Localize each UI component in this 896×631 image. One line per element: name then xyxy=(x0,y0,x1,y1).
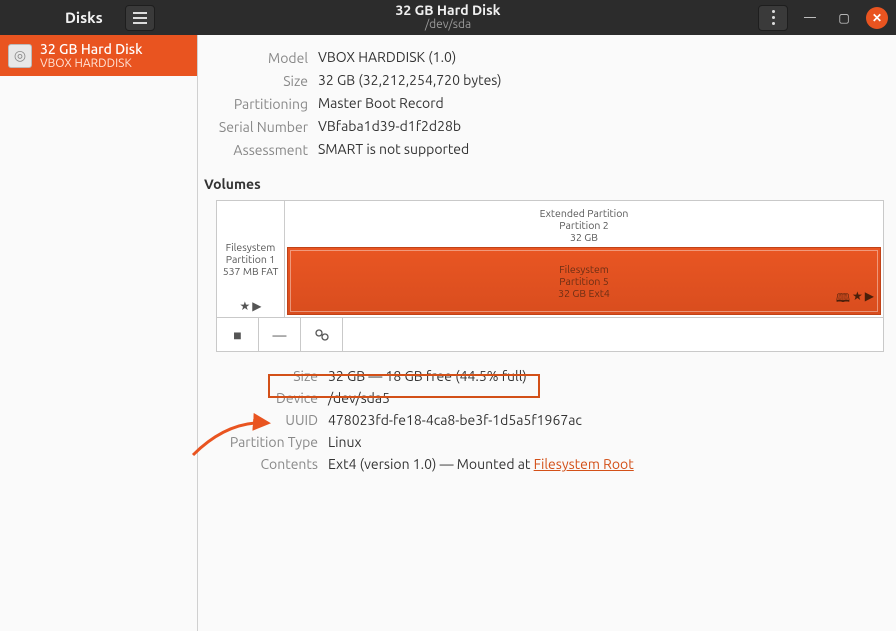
volume-map: Filesystem Partition 1 537 MB FAT ★▶ Ext… xyxy=(216,200,884,352)
contents-text: Ext4 (version 1.0) — Mounted at xyxy=(328,456,534,472)
minimize-button[interactable]: — xyxy=(798,6,822,30)
unmount-button[interactable]: ■ xyxy=(217,318,259,351)
close-button[interactable]: ✕ xyxy=(866,7,888,29)
content-area: Model VBOX HARDDISK (1.0) Size 32 GB (32… xyxy=(198,35,896,631)
partition-options-button[interactable] xyxy=(301,318,343,351)
harddisk-icon: ◎ xyxy=(8,44,32,68)
sidebar: ◎ 32 GB Hard Disk VBOX HARDDISK xyxy=(0,35,198,631)
value-size: 32 GB (32,212,254,720 bytes) xyxy=(318,72,884,89)
label-assessment: Assessment xyxy=(198,141,308,158)
p1-line3: 537 MB FAT xyxy=(223,265,279,277)
ext-header: Extended Partition Partition 2 32 GB xyxy=(285,201,883,247)
sidebar-disk-item[interactable]: ◎ 32 GB Hard Disk VBOX HARDDISK xyxy=(0,35,197,76)
p5-markers: 🕮★▶ xyxy=(836,289,874,310)
app-title: Disks xyxy=(0,9,121,26)
star-icon: ★ xyxy=(240,299,251,313)
label-serial: Serial Number xyxy=(198,118,308,135)
value-serial: VBfaba1d39-d1f2d28b xyxy=(318,118,884,135)
volumes-heading: Volumes xyxy=(204,176,884,192)
p1-line2: Partition 1 xyxy=(226,253,275,265)
play-icon: ▶ xyxy=(252,299,261,313)
ext-line2: Partition 2 xyxy=(285,219,883,231)
value-part-size: 32 GB — 18 GB free (44.5% full) xyxy=(328,368,884,384)
label-part-uuid: UUID xyxy=(198,412,318,428)
volume-extended-partition[interactable]: Extended Partition Partition 2 32 GB Fil… xyxy=(285,201,883,317)
label-model: Model xyxy=(198,49,308,66)
hamburger-icon xyxy=(133,17,147,19)
gears-icon xyxy=(314,327,330,343)
value-model: VBOX HARDDISK (1.0) xyxy=(318,49,884,66)
label-part-size: Size xyxy=(198,368,318,384)
delete-partition-button[interactable]: — xyxy=(259,318,301,351)
volume-partition-5-selected[interactable]: Filesystem Partition 5 32 GB Ext4 🕮★▶ xyxy=(287,247,881,315)
volume-toolbar: ■ — xyxy=(217,317,883,351)
label-partitioning: Partitioning xyxy=(198,95,308,112)
header-bar: Disks 32 GB Hard Disk /dev/sda — ▢ ✕ xyxy=(0,0,896,35)
label-part-contents: Contents xyxy=(198,456,318,472)
ext-line1: Extended Partition xyxy=(285,207,883,219)
filesystem-root-link[interactable]: Filesystem Root xyxy=(534,456,634,472)
bookmark-icon: 🕮 xyxy=(836,289,850,310)
maximize-button[interactable]: ▢ xyxy=(832,6,856,30)
sidebar-disk-subtitle: VBOX HARDDISK xyxy=(40,57,142,70)
value-part-uuid: 478023fd-fe18-4ca8-be3f-1d5a5f1967ac xyxy=(328,412,884,428)
partition-info-grid: Size 32 GB — 18 GB free (44.5% full) Dev… xyxy=(198,368,884,472)
volume-partition-1[interactable]: Filesystem Partition 1 537 MB FAT ★▶ xyxy=(217,201,285,317)
kebab-icon xyxy=(772,16,775,19)
drive-options-button[interactable] xyxy=(758,5,788,31)
label-part-device: Device xyxy=(198,390,318,406)
play-icon: ▶ xyxy=(865,289,874,310)
value-assessment: SMART is not supported xyxy=(318,141,884,158)
main-split: ◎ 32 GB Hard Disk VBOX HARDDISK Model VB… xyxy=(0,35,896,631)
disk-info-grid: Model VBOX HARDDISK (1.0) Size 32 GB (32… xyxy=(198,49,884,158)
p1-line1: Filesystem xyxy=(226,241,276,253)
value-partitioning: Master Boot Record xyxy=(318,95,884,112)
star-icon: ★ xyxy=(852,289,863,310)
ext-line3: 32 GB xyxy=(285,231,883,243)
value-part-contents: Ext4 (version 1.0) — Mounted at Filesyst… xyxy=(328,456,884,472)
sidebar-disk-title: 32 GB Hard Disk xyxy=(40,41,142,57)
value-part-device: /dev/sda5 xyxy=(328,390,884,406)
label-part-type: Partition Type xyxy=(198,434,318,450)
label-size: Size xyxy=(198,72,308,89)
value-part-type: Linux xyxy=(328,434,884,450)
p1-markers: ★▶ xyxy=(240,299,262,313)
hamburger-menu-button[interactable] xyxy=(125,5,155,31)
